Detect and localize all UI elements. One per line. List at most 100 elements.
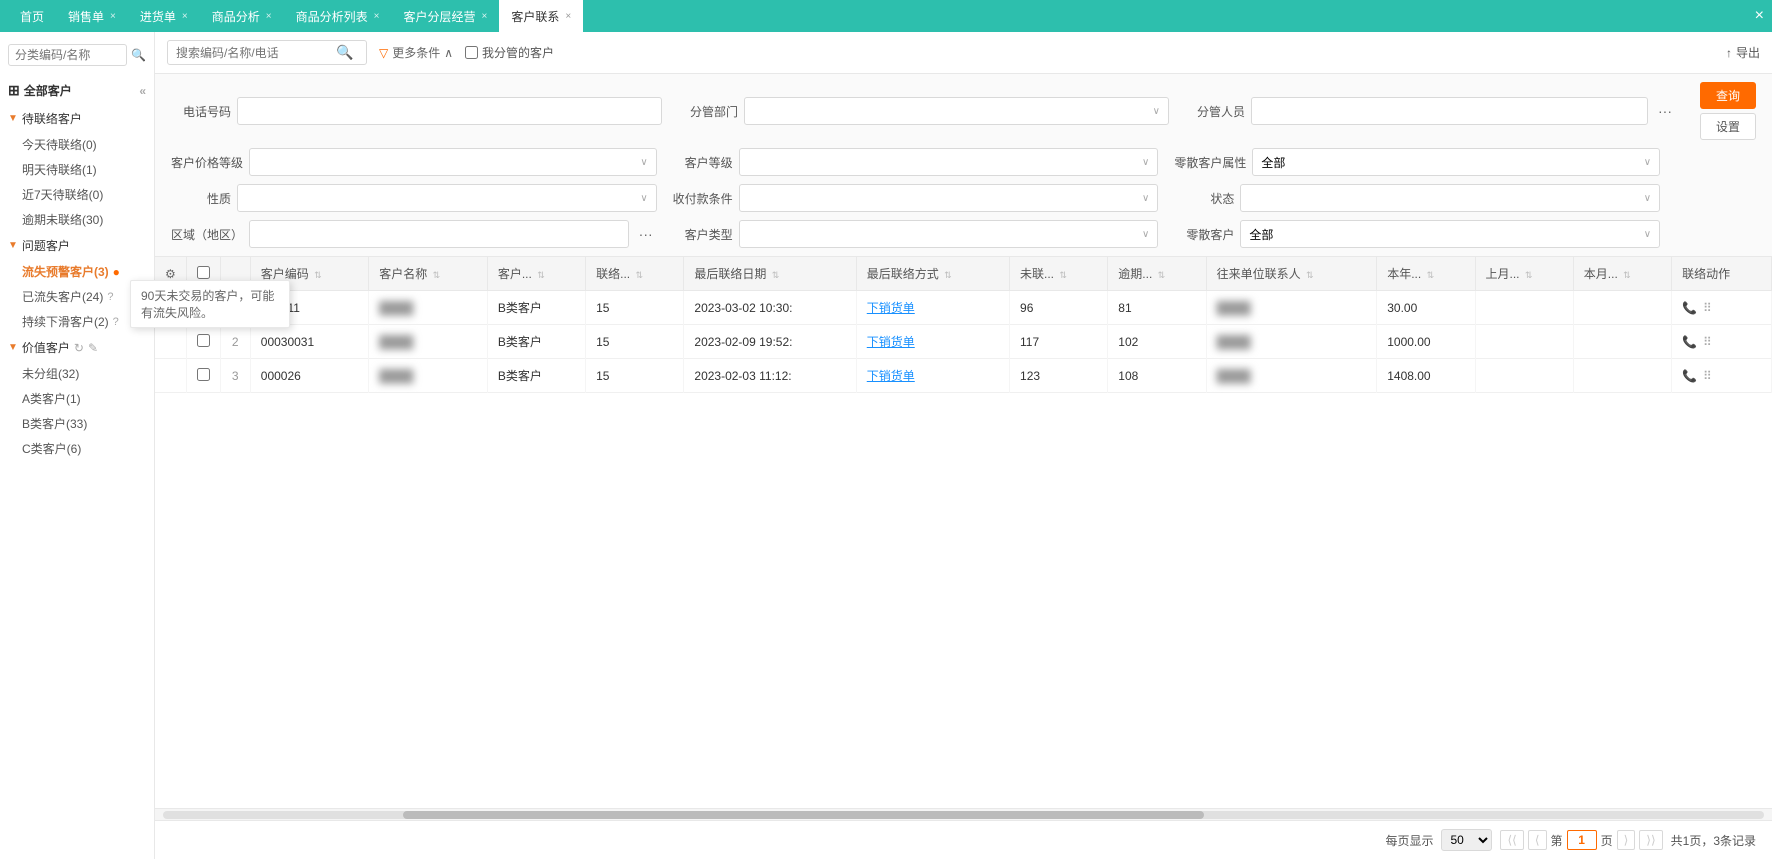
row-checkbox[interactable] (197, 368, 210, 381)
scroll-track[interactable] (163, 811, 1764, 819)
nav-tab-sales[interactable]: 销售单 × (56, 0, 128, 32)
filter-customer-level-select[interactable]: ∨ (739, 148, 1159, 176)
filter-gender-select[interactable]: ∨ (237, 184, 657, 212)
sidebar-item-tomorrow[interactable]: 明天待联络(1) (0, 157, 154, 182)
nav-tab-analysis-close[interactable]: × (266, 11, 272, 22)
row-last-contact-method-cell: 下销货单 (856, 325, 1009, 359)
nav-tab-purchase-label: 进货单 (140, 8, 176, 25)
filter-region-select[interactable] (249, 220, 629, 248)
nav-tab-customer-tier[interactable]: 客户分层经营 × (391, 0, 499, 32)
nav-tab-customer-contact-close[interactable]: × (565, 11, 571, 22)
th-overdue[interactable]: 逾期... ⇅ (1108, 257, 1206, 291)
sidebar-item-a-class[interactable]: A类客户(1) (0, 386, 154, 411)
sidebar-group-value[interactable]: ▼ 价值客户 ↻ ✎ (0, 334, 154, 361)
query-button[interactable]: 查询 (1700, 82, 1756, 109)
sidebar-item-7days[interactable]: 近7天待联络(0) (0, 182, 154, 207)
th-last-contact-date[interactable]: 最后联络日期 ⇅ (684, 257, 856, 291)
th-this-year[interactable]: 本年... ⇅ (1377, 257, 1475, 291)
search-bar: 🔍 ▽ 更多条件 ∧ 我分管的客户 ↑ 导出 (155, 32, 1772, 74)
th-not-contacted[interactable]: 未联... ⇅ (1010, 257, 1108, 291)
nav-tab-analysis-list-close[interactable]: × (374, 11, 380, 22)
row-check-cell (186, 325, 220, 359)
filter-zero-retail-attr-select[interactable]: 全部∨ (1252, 148, 1660, 176)
scroll-thumb[interactable] (403, 811, 1204, 819)
select-all-checkbox[interactable] (197, 266, 210, 279)
more-actions-icon[interactable]: ⠿ (1703, 369, 1712, 383)
page-input[interactable] (1567, 830, 1597, 850)
sort-icon-overdue: ⇅ (1158, 270, 1166, 280)
my-customers-checkbox[interactable] (465, 46, 478, 59)
filter-price-level-select[interactable]: ∨ (249, 148, 657, 176)
nav-tab-purchase[interactable]: 进货单 × (128, 0, 200, 32)
close-window-button[interactable]: × (1755, 7, 1764, 25)
nav-home[interactable]: 首页 (8, 8, 56, 25)
phone-icon[interactable]: 📞 (1682, 335, 1697, 349)
filter-zero-retail-select[interactable]: 全部∨ (1240, 220, 1660, 248)
filter-customer-level-label: 客户等级 (673, 154, 733, 171)
refresh-icon[interactable]: ↻ (74, 341, 84, 355)
contact-method-link[interactable]: 下销货单 (867, 369, 915, 383)
th-name-label: 客户名称 (379, 267, 427, 281)
last-page-button[interactable]: ⟩⟩ (1639, 830, 1662, 850)
sidebar-collapse-button[interactable]: « (139, 84, 146, 98)
nav-tab-analysis[interactable]: 商品分析 × (200, 0, 284, 32)
sidebar-group-problem[interactable]: ▼ 问题客户 (0, 232, 154, 259)
sidebar-item-today[interactable]: 今天待联络(0) (0, 132, 154, 157)
search-input[interactable] (176, 46, 336, 60)
filter-payment-select[interactable]: ∨ (739, 184, 1159, 212)
row-this-month-cell (1573, 325, 1671, 359)
more-actions-icon[interactable]: ⠿ (1703, 301, 1712, 315)
horizontal-scrollbar[interactable] (155, 808, 1772, 820)
first-page-button[interactable]: ⟨⟨ (1500, 830, 1523, 850)
phone-icon[interactable]: 📞 (1682, 301, 1697, 315)
search-button[interactable]: 🔍 (336, 44, 353, 61)
filter-btn-label: 更多条件 (392, 44, 440, 61)
sidebar-item-ungroup[interactable]: 未分组(32) (0, 361, 154, 386)
nav-tab-purchase-close[interactable]: × (182, 11, 188, 22)
th-type[interactable]: 客户... ⇅ (487, 257, 585, 291)
filter-zero-retail-attr-value: 全部 (1261, 154, 1285, 171)
sidebar-search-icon[interactable]: 🔍 (131, 48, 146, 62)
th-name[interactable]: 客户名称 ⇅ (369, 257, 488, 291)
sidebar-item-c-class[interactable]: C类客户(6) (0, 436, 154, 461)
export-button[interactable]: ↑ 导出 (1726, 44, 1760, 61)
sidebar-all-customers[interactable]: ⊞ 全部客户 « (0, 76, 154, 105)
phone-icon[interactable]: 📞 (1682, 369, 1697, 383)
th-this-month[interactable]: 本月... ⇅ (1573, 257, 1671, 291)
filter-region-more[interactable]: ··· (635, 226, 657, 242)
contact-method-link[interactable]: 下销货单 (867, 335, 915, 349)
nav-tab-sales-close[interactable]: × (110, 11, 116, 22)
warning-icon: ● (113, 265, 120, 279)
sidebar-item-overdue[interactable]: 逾期未联络(30) (0, 207, 154, 232)
settings-icon[interactable]: ⚙ (165, 267, 176, 281)
sidebar-search-input[interactable] (8, 44, 127, 66)
filter-person-select[interactable] (1251, 97, 1648, 125)
per-page-select[interactable]: 50 100 200 (1441, 829, 1492, 851)
filter-dept-select[interactable]: ∨ (744, 97, 1169, 125)
nav-tab-analysis-list[interactable]: 商品分析列表 × (284, 0, 392, 32)
more-actions-icon[interactable]: ⠿ (1703, 335, 1712, 349)
prev-page-button[interactable]: ⟨ (1528, 830, 1547, 850)
my-customers-checkbox-wrapper[interactable]: 我分管的客户 (465, 44, 554, 61)
nav-tab-analysis-list-label: 商品分析列表 (296, 8, 368, 25)
filter-customer-type-select[interactable]: ∨ (739, 220, 1159, 248)
filter-phone-input[interactable] (237, 97, 662, 125)
filter-person-more[interactable]: ··· (1654, 103, 1676, 119)
nav-tab-customer-contact[interactable]: 客户联系 × (499, 0, 583, 32)
contact-method-link[interactable]: 下销货单 (867, 301, 915, 315)
sidebar-item-churned-label: 已流失客户(24) (22, 288, 103, 305)
settings-button[interactable]: 设置 (1700, 113, 1756, 140)
more-filter-button[interactable]: ▽ 更多条件 ∧ (379, 44, 453, 61)
th-contact[interactable]: 联络... ⇅ (586, 257, 684, 291)
sidebar-item-b-class[interactable]: B类客户(33) (0, 411, 154, 436)
sidebar-group-pending[interactable]: ▼ 待联络客户 (0, 105, 154, 132)
th-last-contact-method[interactable]: 最后联络方式 ⇅ (856, 257, 1009, 291)
filter-zero-retail-attr: 零散客户属性 全部∨ (1174, 148, 1660, 176)
next-page-button[interactable]: ⟩ (1617, 830, 1636, 850)
edit-icon[interactable]: ✎ (88, 341, 98, 355)
nav-tab-customer-tier-close[interactable]: × (481, 11, 487, 22)
th-last-month[interactable]: 上月... ⇅ (1475, 257, 1573, 291)
filter-status-select[interactable]: ∨ (1240, 184, 1660, 212)
th-unit-contact[interactable]: 往来单位联系人 ⇅ (1206, 257, 1377, 291)
row-checkbox[interactable] (197, 334, 210, 347)
